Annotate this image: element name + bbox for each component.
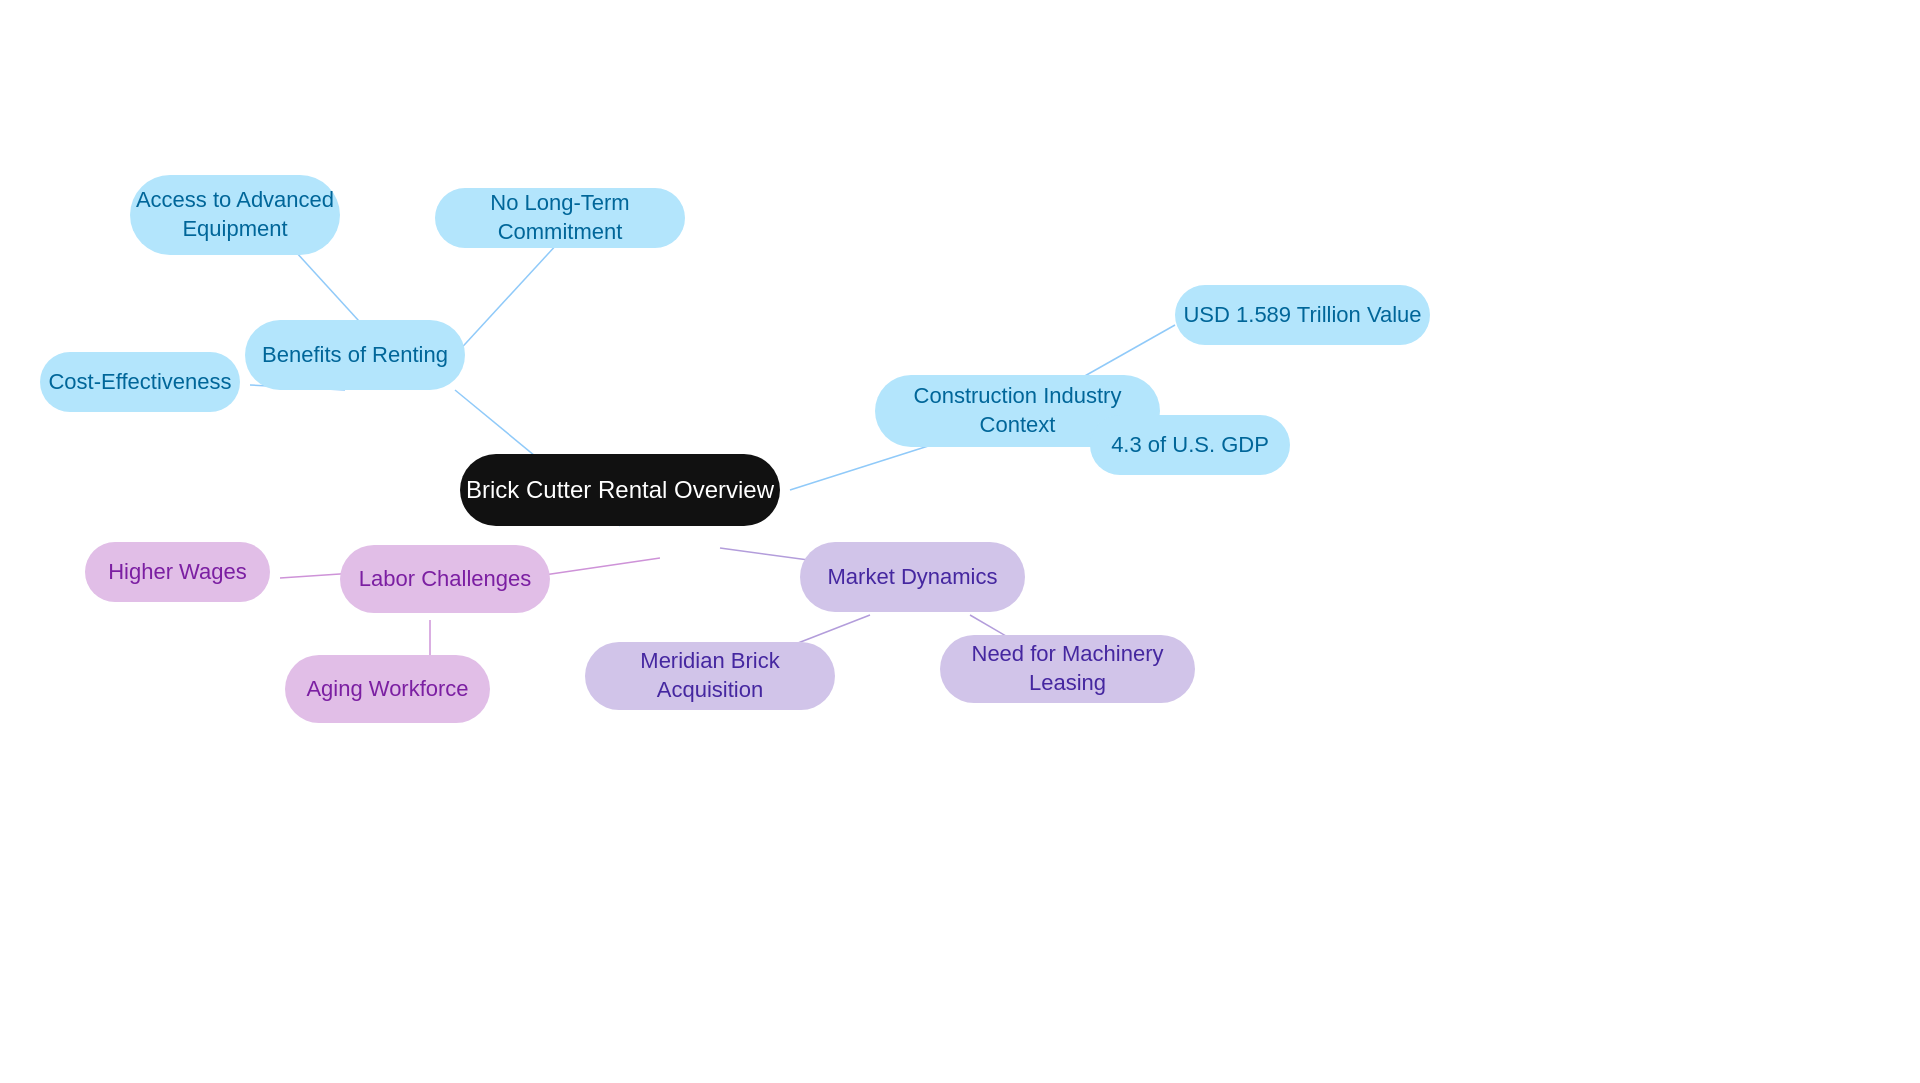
- nocommit-label: No Long-Term Commitment: [435, 189, 685, 246]
- usd-node[interactable]: USD 1.589 Trillion Value: [1175, 285, 1430, 345]
- leasing-label: Need for Machinery Leasing: [940, 640, 1195, 697]
- center-node-label: Brick Cutter Rental Overview: [462, 474, 778, 505]
- wages-node[interactable]: Higher Wages: [85, 542, 270, 602]
- aging-node[interactable]: Aging Workforce: [285, 655, 490, 723]
- meridian-label: Meridian Brick Acquisition: [585, 647, 835, 704]
- gdp-node[interactable]: 4.3 of U.S. GDP: [1090, 415, 1290, 475]
- aging-label: Aging Workforce: [302, 675, 472, 704]
- center-node[interactable]: Brick Cutter Rental Overview: [460, 454, 780, 526]
- cost-node[interactable]: Cost-Effectiveness: [40, 352, 240, 412]
- nocommit-node[interactable]: No Long-Term Commitment: [435, 188, 685, 248]
- meridian-node[interactable]: Meridian Brick Acquisition: [585, 642, 835, 710]
- benefits-label: Benefits of Renting: [258, 341, 452, 370]
- gdp-label: 4.3 of U.S. GDP: [1107, 431, 1273, 460]
- usd-label: USD 1.589 Trillion Value: [1179, 301, 1425, 330]
- access-node[interactable]: Access to Advanced Equipment: [130, 175, 340, 255]
- wages-label: Higher Wages: [104, 558, 251, 587]
- cost-label: Cost-Effectiveness: [44, 368, 235, 397]
- market-node[interactable]: Market Dynamics: [800, 542, 1025, 612]
- svg-line-2: [455, 230, 570, 355]
- leasing-node[interactable]: Need for Machinery Leasing: [940, 635, 1195, 703]
- access-label: Access to Advanced Equipment: [130, 186, 340, 243]
- market-label: Market Dynamics: [824, 563, 1002, 592]
- benefits-node[interactable]: Benefits of Renting: [245, 320, 465, 390]
- labor-label: Labor Challenges: [355, 565, 535, 594]
- labor-node[interactable]: Labor Challenges: [340, 545, 550, 613]
